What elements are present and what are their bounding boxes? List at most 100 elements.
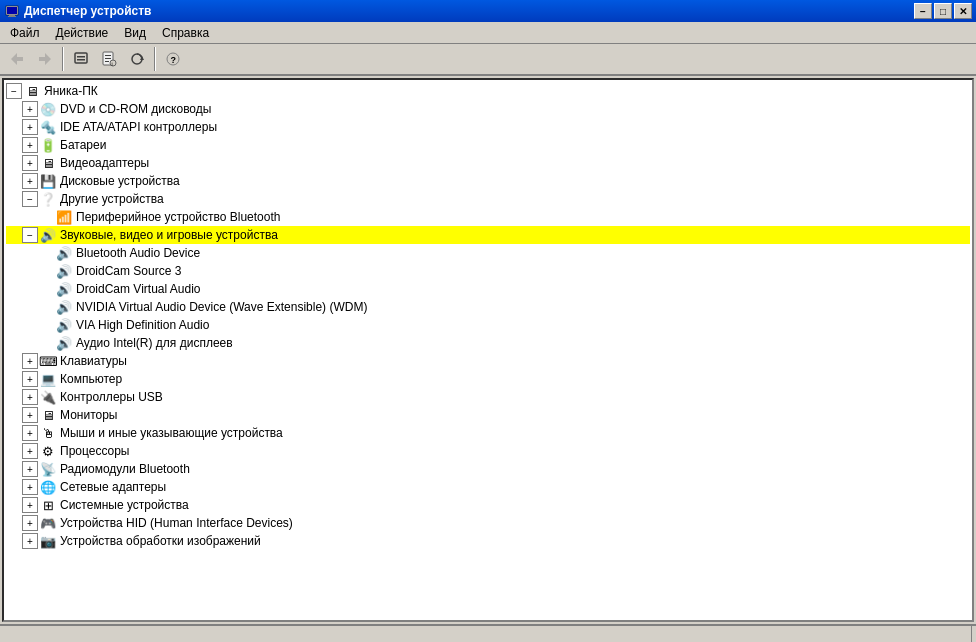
- tree-item-computer[interactable]: +💻 Компьютер: [6, 370, 970, 388]
- tree-item-dvd[interactable]: +💿DVD и CD-ROM дисководы: [6, 100, 970, 118]
- tree-item-usb[interactable]: +🔌 Контроллеры USB: [6, 388, 970, 406]
- tree-label-other: Другие устройства: [60, 192, 164, 206]
- tree-item-radio-bt[interactable]: +📡Радиомодули Bluetooth: [6, 460, 970, 478]
- tree-expander-audio-group[interactable]: −: [22, 227, 38, 243]
- svg-rect-7: [77, 56, 85, 58]
- tree-item-audio-group[interactable]: −🔊Звуковые, видео и игровые устройства: [6, 226, 970, 244]
- tree-item-processors[interactable]: +⚙Процессоры: [6, 442, 970, 460]
- tree-expander-root[interactable]: −: [6, 83, 22, 99]
- maximize-button[interactable]: □: [934, 3, 952, 19]
- tree-leaf-spacer[interactable]: [38, 245, 54, 261]
- tree-expander-video[interactable]: +: [22, 155, 38, 171]
- tree-label-via-audio: VIA High Definition Audio: [76, 318, 209, 332]
- title-text: Диспетчер устройств: [24, 4, 151, 18]
- radio-icon: 📡: [40, 461, 56, 477]
- tree-item-ide[interactable]: +🔩IDE ATA/ATAPI контроллеры: [6, 118, 970, 136]
- back-button[interactable]: [4, 46, 30, 72]
- audio-icon: 🔊: [56, 335, 72, 351]
- tree-view[interactable]: −🖥Яника-ПК+💿DVD и CD-ROM дисководы+🔩IDE …: [4, 80, 972, 620]
- mouse-icon: 🖱: [40, 425, 56, 441]
- tree-label-battery: Батареи: [60, 138, 106, 152]
- menu-view[interactable]: Вид: [116, 24, 154, 42]
- tree-item-network[interactable]: +🌐Сетевые адаптеры: [6, 478, 970, 496]
- tree-item-root[interactable]: −🖥 Яника-ПК: [6, 82, 970, 100]
- close-button[interactable]: ✕: [954, 3, 972, 19]
- audio-icon: 🔊: [56, 317, 72, 333]
- undo-button[interactable]: [68, 46, 94, 72]
- tree-item-disk[interactable]: +💾 Дисковые устройства: [6, 172, 970, 190]
- tree-expander-hid[interactable]: +: [22, 515, 38, 531]
- computer-icon: 🖥: [24, 83, 40, 99]
- tree-item-battery[interactable]: +🔋 Батареи: [6, 136, 970, 154]
- camera-icon: 📷: [40, 533, 56, 549]
- tree-item-bt-audio[interactable]: 🔊Bluetooth Audio Device: [6, 244, 970, 262]
- tree-expander-system[interactable]: +: [22, 497, 38, 513]
- tree-expander-radio-bt[interactable]: +: [22, 461, 38, 477]
- title-controls: − □ ✕: [914, 3, 972, 19]
- tree-expander-battery[interactable]: +: [22, 137, 38, 153]
- tree-expander-network[interactable]: +: [22, 479, 38, 495]
- scan-button[interactable]: [124, 46, 150, 72]
- svg-rect-3: [8, 16, 16, 17]
- svg-marker-4: [11, 53, 23, 65]
- tree-expander-processors[interactable]: +: [22, 443, 38, 459]
- tree-label-system: Системные устройства: [60, 498, 189, 512]
- tree-expander-dvd[interactable]: +: [22, 101, 38, 117]
- monitor-icon: 🖥: [40, 407, 56, 423]
- svg-rect-12: [105, 61, 109, 62]
- tree-leaf-spacer[interactable]: [38, 209, 54, 225]
- tree-item-keyboard[interactable]: +⌨Клавиатуры: [6, 352, 970, 370]
- menu-help[interactable]: Справка: [154, 24, 217, 42]
- tree-item-mice[interactable]: +🖱Мыши и иные указывающие устройства: [6, 424, 970, 442]
- tree-expander-usb[interactable]: +: [22, 389, 38, 405]
- tree-expander-ide[interactable]: +: [22, 119, 38, 135]
- tree-leaf-spacer[interactable]: [38, 281, 54, 297]
- tree-label-root: Яника-ПК: [44, 84, 98, 98]
- tree-expander-keyboard[interactable]: +: [22, 353, 38, 369]
- tree-label-bt-peripheral: Периферийное устройство Bluetooth: [76, 210, 280, 224]
- tree-item-imaging[interactable]: +📷Устройства обработки изображений: [6, 532, 970, 550]
- svg-text:i: i: [112, 61, 113, 67]
- audio-icon: 🔊: [56, 299, 72, 315]
- tree-item-droidcam-virt[interactable]: 🔊DroidCam Virtual Audio: [6, 280, 970, 298]
- tree-item-other[interactable]: −❔Другие устройства: [6, 190, 970, 208]
- tree-leaf-spacer[interactable]: [38, 263, 54, 279]
- tree-leaf-spacer[interactable]: [38, 335, 54, 351]
- properties-button[interactable]: i: [96, 46, 122, 72]
- tree-item-system[interactable]: +⊞Системные устройства: [6, 496, 970, 514]
- tree-item-via-audio[interactable]: 🔊 VIA High Definition Audio: [6, 316, 970, 334]
- tree-expander-imaging[interactable]: +: [22, 533, 38, 549]
- toolbar-sep-1: [62, 47, 64, 71]
- tree-expander-other[interactable]: −: [22, 191, 38, 207]
- battery-icon: 🔋: [40, 137, 56, 153]
- disk-icon: 💾: [40, 173, 56, 189]
- tree-item-droidcam-src[interactable]: 🔊DroidCam Source 3: [6, 262, 970, 280]
- processor-icon: ⚙: [40, 443, 56, 459]
- tree-expander-computer[interactable]: +: [22, 371, 38, 387]
- tree-item-video[interactable]: +🖥Видеоадаптеры: [6, 154, 970, 172]
- tree-label-droidcam-src: DroidCam Source 3: [76, 264, 181, 278]
- tree-label-computer: Компьютер: [60, 372, 122, 386]
- menu-file[interactable]: Файл: [2, 24, 48, 42]
- tree-item-intel-audio[interactable]: 🔊Аудио Intel(R) для дисплеев: [6, 334, 970, 352]
- tree-item-bt-peripheral[interactable]: 📶Периферийное устройство Bluetooth: [6, 208, 970, 226]
- forward-button[interactable]: [32, 46, 58, 72]
- tree-label-nvidia-audio: NVIDIA Virtual Audio Device (Wave Extens…: [76, 300, 367, 314]
- tree-label-disk: Дисковые устройства: [60, 174, 180, 188]
- toolbar-sep-2: [154, 47, 156, 71]
- tree-item-monitors[interactable]: +🖥Мониторы: [6, 406, 970, 424]
- tree-leaf-spacer[interactable]: [38, 317, 54, 333]
- tree-item-hid[interactable]: +🎮Устройства HID (Human Interface Device…: [6, 514, 970, 532]
- tree-item-nvidia-audio[interactable]: 🔊 NVIDIA Virtual Audio Device (Wave Exten…: [6, 298, 970, 316]
- minimize-button[interactable]: −: [914, 3, 932, 19]
- menu-action[interactable]: Действие: [48, 24, 117, 42]
- svg-rect-2: [9, 15, 15, 16]
- usb-icon: 🔌: [40, 389, 56, 405]
- tree-label-usb: Контроллеры USB: [60, 390, 163, 404]
- tree-expander-mice[interactable]: +: [22, 425, 38, 441]
- tree-leaf-spacer[interactable]: [38, 299, 54, 315]
- help-button[interactable]: ?: [160, 46, 186, 72]
- cpu-icon: 💻: [40, 371, 56, 387]
- tree-expander-disk[interactable]: +: [22, 173, 38, 189]
- tree-expander-monitors[interactable]: +: [22, 407, 38, 423]
